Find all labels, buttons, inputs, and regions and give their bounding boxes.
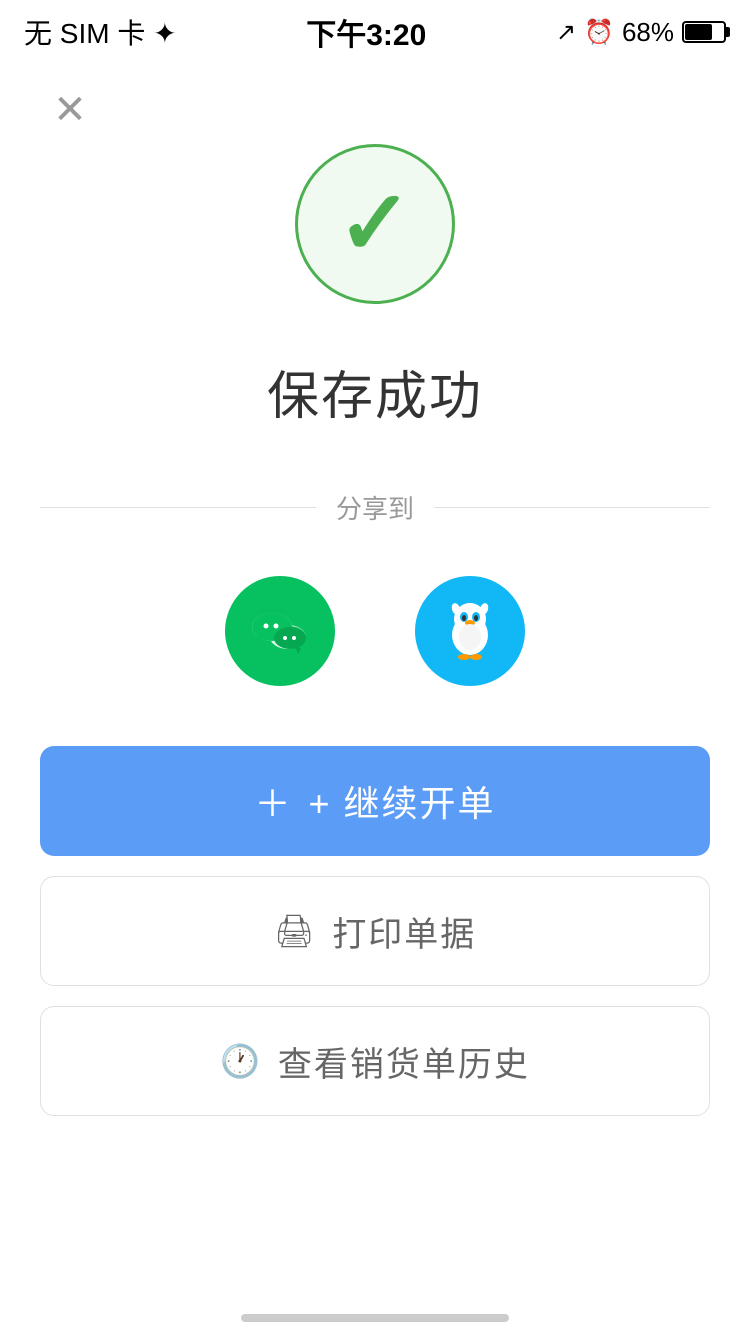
clock-icon: 🕐 [220,1042,262,1080]
history-button[interactable]: 🕐 查看销货单历史 [40,1006,710,1116]
checkmark-icon: ✓ [337,179,412,269]
location-icon: ↗ [556,18,576,47]
status-bar: 无 SIM 卡 ✦ 下午3:20 ↗ ⏰ 68% [0,0,750,64]
alarm-icon: ⏰ [584,18,614,47]
actions: ＋ + 继续开单 🖨 打印单据 🕐 查看销货单历史 [0,746,750,1116]
status-right: ↗ ⏰ 68% [556,17,726,48]
print-button[interactable]: 🖨 打印单据 [40,876,710,986]
wechat-share-button[interactable] [225,576,335,686]
divider-left [40,507,316,508]
share-divider: 分享到 [0,489,750,526]
main-content: ✓ 保存成功 分享到 [0,64,750,1116]
continue-label: + 继续开单 [308,775,495,827]
share-icons [225,576,525,686]
print-label: 打印单据 [332,907,476,956]
status-time: 下午3:20 [306,10,426,54]
share-label: 分享到 [316,489,434,526]
close-button[interactable]: ✕ [40,80,100,140]
continue-button[interactable]: ＋ + 继续开单 [40,746,710,856]
success-title: 保存成功 [267,354,483,429]
battery-icon [682,21,726,43]
status-network: 无 SIM 卡 ✦ [24,12,177,52]
battery-percent: 68% [622,17,674,48]
divider-right [434,507,710,508]
status-left: 无 SIM 卡 ✦ [24,12,177,52]
printer-icon: 🖨 [274,912,317,950]
qq-share-button[interactable] [415,576,525,686]
close-icon: ✕ [53,90,87,130]
history-label: 查看销货单历史 [278,1037,530,1086]
qq-icon [442,601,498,661]
share-section: 分享到 [0,489,750,686]
wechat-icon [248,599,312,663]
home-indicator [241,1314,509,1322]
success-circle: ✓ [295,144,455,304]
plus-icon: ＋ [254,775,292,827]
